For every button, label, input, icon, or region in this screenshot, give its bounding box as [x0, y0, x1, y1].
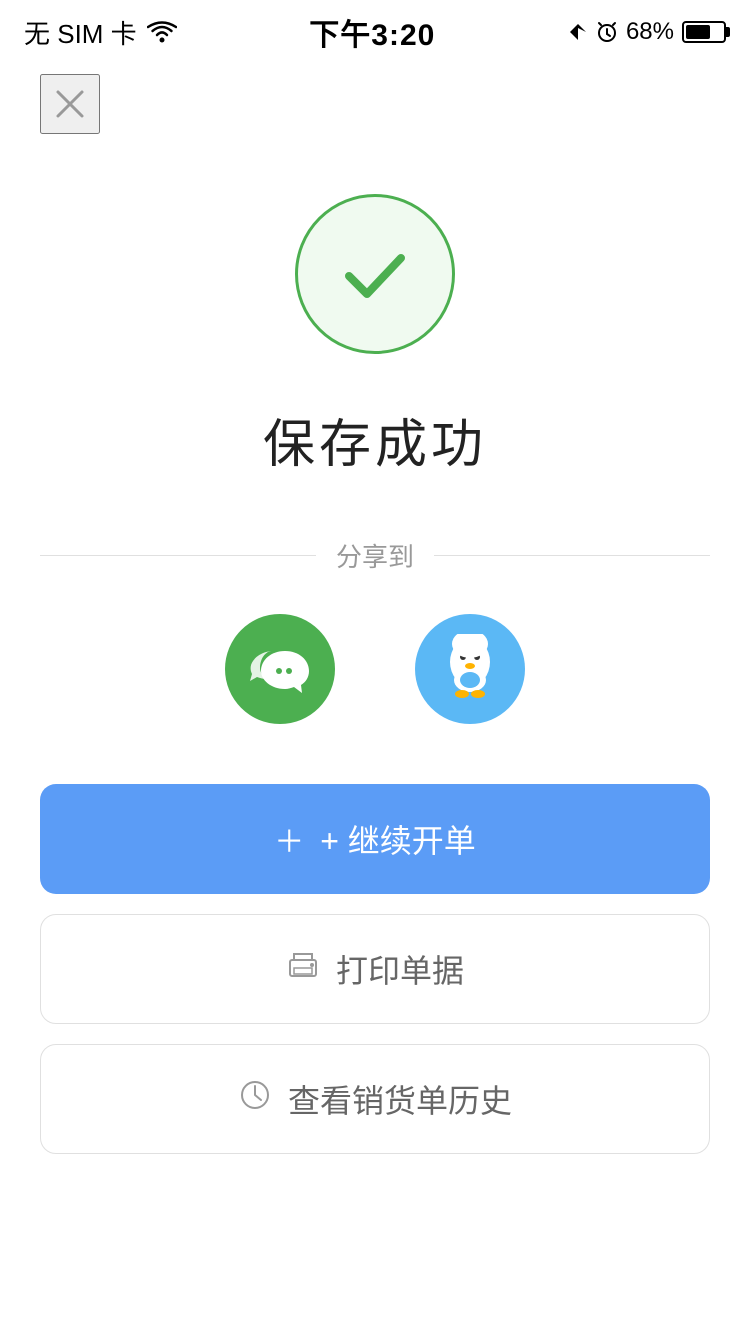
plus-icon: ＋	[274, 817, 304, 861]
checkmark-icon	[335, 234, 415, 314]
alarm-icon	[596, 21, 618, 43]
continue-button[interactable]: ＋ + 继续开单	[40, 784, 710, 894]
success-title: 保存成功	[263, 402, 487, 477]
qq-share-button[interactable]	[415, 614, 525, 724]
divider-right	[434, 555, 710, 556]
location-icon	[568, 22, 588, 42]
print-label: 打印单据	[336, 946, 464, 992]
main-content: 保存成功 分享到	[0, 64, 750, 1334]
battery-icon-container	[682, 21, 726, 43]
status-bar: 无 SIM 卡 下午3:20 68%	[0, 0, 750, 64]
battery-icon	[682, 21, 726, 43]
status-right: 68%	[568, 18, 726, 46]
divider-left	[40, 555, 316, 556]
wifi-icon	[147, 21, 177, 43]
share-icons-container	[225, 614, 525, 724]
qq-icon	[440, 634, 500, 704]
status-time: 下午3:20	[309, 10, 435, 54]
wechat-share-button[interactable]	[225, 614, 335, 724]
close-button[interactable]	[40, 74, 100, 134]
wechat-icon	[247, 641, 313, 697]
status-left: 无 SIM 卡	[24, 14, 177, 51]
print-button[interactable]: 打印单据	[40, 914, 710, 1024]
battery-percent: 68%	[626, 18, 674, 46]
sim-label: 无 SIM 卡	[24, 14, 137, 51]
continue-label: + 继续开单	[320, 816, 476, 862]
history-label: 查看销货单历史	[288, 1076, 512, 1122]
print-icon	[286, 948, 320, 990]
share-label: 分享到	[336, 537, 414, 574]
share-section: 分享到	[40, 537, 710, 724]
history-button[interactable]: 查看销货单历史	[40, 1044, 710, 1154]
share-divider: 分享到	[40, 537, 710, 574]
close-icon	[54, 88, 86, 120]
success-circle	[295, 194, 455, 354]
battery-fill	[686, 25, 710, 39]
history-icon	[238, 1078, 272, 1120]
action-buttons: ＋ + 继续开单 打印单据 查看销货单历	[40, 784, 710, 1154]
